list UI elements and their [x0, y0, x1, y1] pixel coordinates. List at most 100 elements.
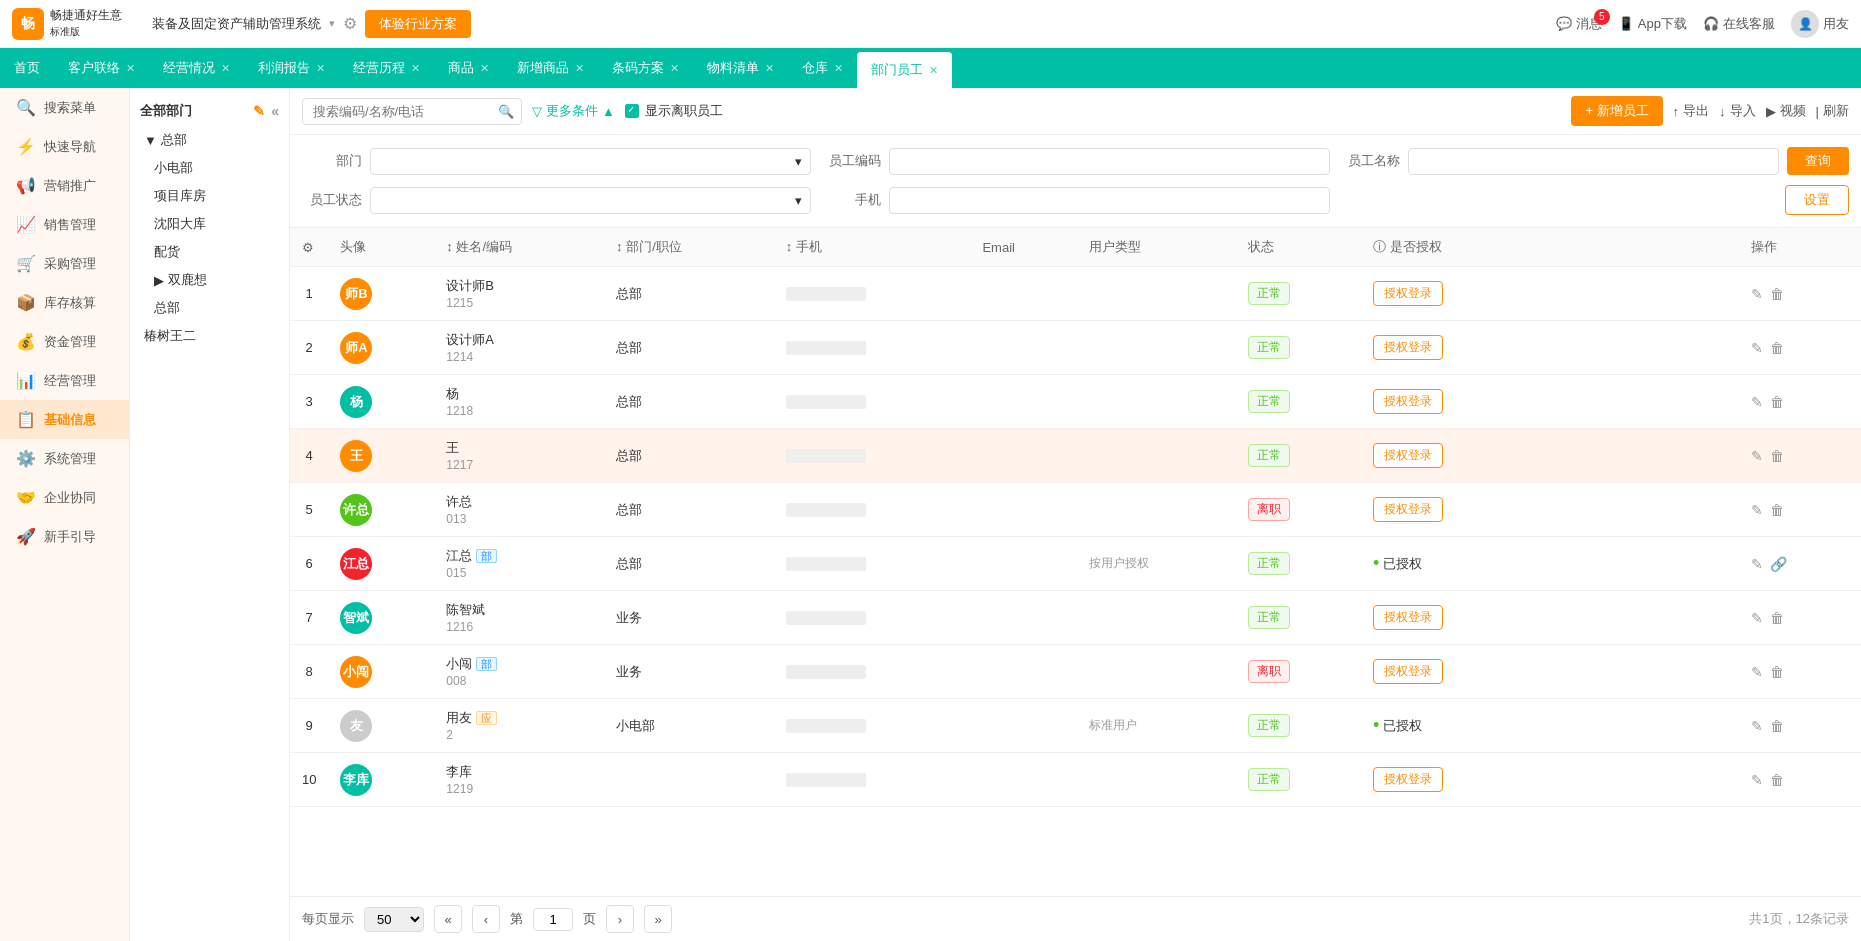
user-area[interactable]: 👤 用友 [1791, 10, 1849, 38]
dept-node-xiangmu[interactable]: 项目库房 [130, 182, 289, 210]
add-employee-button[interactable]: + 新增员工 [1571, 96, 1662, 126]
more-filter-button[interactable]: ▽ 更多条件 ▲ [532, 102, 615, 120]
col-settings[interactable]: ⚙ [290, 228, 328, 267]
nav-collaboration[interactable]: 🤝 企业协同 [0, 478, 129, 517]
nav-quick-nav[interactable]: ⚡ 快速导航 [0, 127, 129, 166]
tab-dept-staff[interactable]: 部门员工 ✕ [857, 52, 952, 88]
view-button[interactable]: ▶ 视频 [1766, 102, 1806, 120]
last-page-button[interactable]: » [644, 905, 672, 933]
dept-node-zongbu[interactable]: ▼ 总部 [130, 126, 289, 154]
status-filter-select[interactable]: ▾ [370, 187, 811, 214]
tab-business[interactable]: 经营情况 ✕ [149, 48, 244, 88]
delete-icon[interactable]: 🗑 [1770, 448, 1784, 464]
message-button[interactable]: 💬 消息 5 [1556, 15, 1602, 33]
delete-icon[interactable]: 🗑 [1770, 394, 1784, 410]
edit-icon[interactable]: ✎ [1751, 610, 1763, 626]
link-icon[interactable]: 🔗 [1770, 556, 1787, 572]
delete-icon[interactable]: 🗑 [1770, 718, 1784, 734]
search-button[interactable]: 查询 [1787, 147, 1849, 175]
settings-icon[interactable]: ⚙ [343, 14, 357, 33]
delete-icon[interactable]: 🗑 [1770, 502, 1784, 518]
col-name[interactable]: ↕ 姓名/编码 [434, 228, 604, 267]
auth-button[interactable]: 授权登录 [1373, 443, 1443, 468]
tab-close-icon[interactable]: ✕ [316, 62, 325, 75]
edit-icon[interactable]: ✎ [1751, 502, 1763, 518]
nav-inventory[interactable]: 📦 库存核算 [0, 283, 129, 322]
per-page-select[interactable]: 50 20 100 [364, 907, 424, 932]
dept-collapse-icon[interactable]: « [271, 103, 279, 119]
dept-node-zongbu2[interactable]: 总部 [130, 294, 289, 322]
edit-icon[interactable]: ✎ [1751, 718, 1763, 734]
tab-close-icon[interactable]: ✕ [929, 64, 938, 77]
print-button[interactable]: | 刷新 [1816, 102, 1849, 120]
tab-home[interactable]: 首页 [0, 48, 54, 88]
delete-icon[interactable]: 🗑 [1770, 340, 1784, 356]
dept-filter-select[interactable]: ▾ [370, 148, 811, 175]
show-former-checkbox[interactable] [625, 104, 639, 118]
edit-icon[interactable]: ✎ [1751, 664, 1763, 680]
tab-bom[interactable]: 物料清单 ✕ [693, 48, 788, 88]
phone-filter-input[interactable] [889, 187, 1330, 214]
edit-icon[interactable]: ✎ [1751, 448, 1763, 464]
tab-close-icon[interactable]: ✕ [126, 62, 135, 75]
auth-button[interactable]: 授权登录 [1373, 497, 1443, 522]
edit-icon[interactable]: ✎ [1751, 556, 1763, 572]
tab-close-icon[interactable]: ✕ [834, 62, 843, 75]
dept-edit-icon[interactable]: ✎ [253, 103, 265, 119]
auth-button[interactable]: 授权登录 [1373, 659, 1443, 684]
empname-filter-input[interactable] [1408, 148, 1779, 175]
nav-guide[interactable]: 🚀 新手引导 [0, 517, 129, 556]
auth-button[interactable]: 授权登录 [1373, 767, 1443, 792]
delete-icon[interactable]: 🗑 [1770, 772, 1784, 788]
auth-button[interactable]: 授权登录 [1373, 389, 1443, 414]
dept-node-xiaodian[interactable]: 小电部 [130, 154, 289, 182]
reset-button[interactable]: 设置 [1785, 185, 1849, 215]
nav-search-menu[interactable]: 🔍 搜索菜单 [0, 88, 129, 127]
online-service-button[interactable]: 🎧 在线客服 [1703, 15, 1775, 33]
tab-customer[interactable]: 客户联络 ✕ [54, 48, 149, 88]
tab-close-icon[interactable]: ✕ [670, 62, 679, 75]
dropdown-arrow-icon[interactable]: ▾ [329, 17, 335, 30]
search-input[interactable] [302, 98, 522, 125]
tab-barcode[interactable]: 条码方案 ✕ [598, 48, 693, 88]
import-button[interactable]: ↓ 导入 [1719, 102, 1756, 120]
first-page-button[interactable]: « [434, 905, 462, 933]
delete-icon[interactable]: 🗑 [1770, 664, 1784, 680]
edit-icon[interactable]: ✎ [1751, 286, 1763, 302]
tab-add-goods[interactable]: 新增商品 ✕ [503, 48, 598, 88]
empcode-filter-input[interactable] [889, 148, 1330, 175]
tab-history[interactable]: 经营历程 ✕ [339, 48, 434, 88]
edit-icon[interactable]: ✎ [1751, 340, 1763, 356]
tab-close-icon[interactable]: ✕ [480, 62, 489, 75]
tab-close-icon[interactable]: ✕ [221, 62, 230, 75]
tab-goods[interactable]: 商品 ✕ [434, 48, 503, 88]
nav-finance[interactable]: 💰 资金管理 [0, 322, 129, 361]
trial-button[interactable]: 体验行业方案 [365, 10, 471, 38]
auth-button[interactable]: 授权登录 [1373, 281, 1443, 306]
col-phone[interactable]: ↕ 手机 [774, 228, 971, 267]
delete-icon[interactable]: 🗑 [1770, 610, 1784, 626]
tab-close-icon[interactable]: ✕ [411, 62, 420, 75]
app-download-button[interactable]: 📱 App下载 [1618, 15, 1687, 33]
nav-purchase[interactable]: 🛒 采购管理 [0, 244, 129, 283]
dept-node-peihuo[interactable]: 配货 [130, 238, 289, 266]
tab-close-icon[interactable]: ✕ [765, 62, 774, 75]
nav-system[interactable]: ⚙️ 系统管理 [0, 439, 129, 478]
delete-icon[interactable]: 🗑 [1770, 286, 1784, 302]
edit-icon[interactable]: ✎ [1751, 772, 1763, 788]
dept-node-chunshu[interactable]: 椿树王二 [130, 322, 289, 350]
auth-button[interactable]: 授权登录 [1373, 605, 1443, 630]
dept-node-shenyang[interactable]: 沈阳大库 [130, 210, 289, 238]
prev-page-button[interactable]: ‹ [472, 905, 500, 933]
nav-marketing[interactable]: 📢 营销推广 [0, 166, 129, 205]
nav-operations[interactable]: 📊 经营管理 [0, 361, 129, 400]
dept-node-shuanglu[interactable]: ▶ 双鹿想 [130, 266, 289, 294]
tab-warehouse[interactable]: 仓库 ✕ [788, 48, 857, 88]
nav-sales[interactable]: 📈 销售管理 [0, 205, 129, 244]
tab-profit[interactable]: 利润报告 ✕ [244, 48, 339, 88]
auth-button[interactable]: 授权登录 [1373, 335, 1443, 360]
next-page-button[interactable]: › [606, 905, 634, 933]
tab-close-icon[interactable]: ✕ [575, 62, 584, 75]
edit-icon[interactable]: ✎ [1751, 394, 1763, 410]
nav-basic-info[interactable]: 📋 基础信息 [0, 400, 129, 439]
